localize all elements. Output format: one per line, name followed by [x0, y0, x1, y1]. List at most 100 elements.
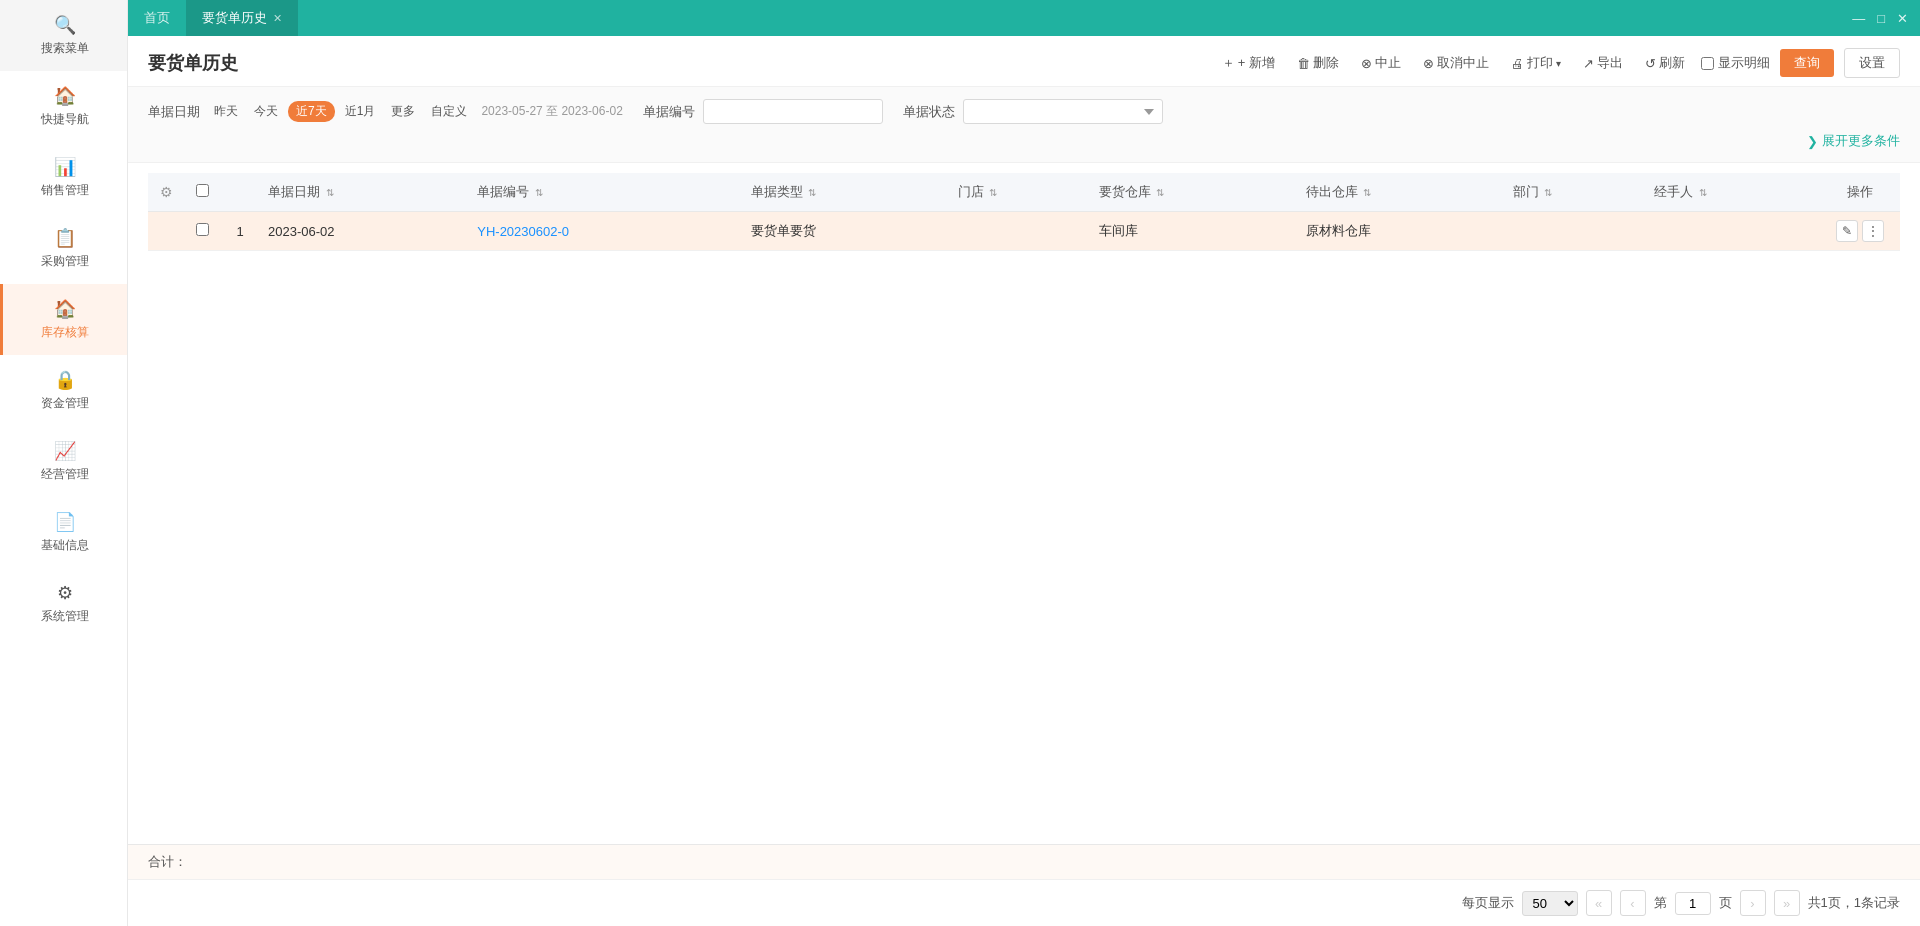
- display-detail-toggle[interactable]: 显示明细: [1701, 54, 1770, 72]
- page-size-select[interactable]: 10 20 50 100: [1522, 891, 1578, 916]
- sidebar-item-ops-mgmt[interactable]: 📈 经营管理: [0, 426, 127, 497]
- row-checkbox[interactable]: [196, 223, 209, 236]
- tab-home[interactable]: 首页: [128, 0, 186, 36]
- refresh-icon: ↺: [1645, 56, 1656, 71]
- sidebar-item-quick-nav[interactable]: 🏠 快捷导航: [0, 71, 127, 142]
- doc-number-input[interactable]: [703, 99, 883, 124]
- sidebar-item-search-menu[interactable]: 🔍 搜索菜单: [0, 0, 127, 71]
- tab-requisition-history[interactable]: 要货单历史 ✕: [186, 0, 298, 36]
- finance-icon: 🔒: [54, 369, 76, 391]
- sidebar-item-sales-mgmt[interactable]: 📊 销售管理: [0, 142, 127, 213]
- filter-group-doc-number: 单据编号: [643, 99, 883, 124]
- tab-bar-right: — □ ✕: [1852, 11, 1920, 26]
- col-doc-no[interactable]: 单据编号 ⇅: [469, 173, 742, 212]
- sidebar-item-inventory[interactable]: 🏠 库存核算: [0, 284, 127, 355]
- export-icon: ↗: [1583, 56, 1594, 71]
- sidebar-item-purchase-mgmt-label: 采购管理: [41, 253, 89, 270]
- col-pending-warehouse[interactable]: 待出仓库 ⇅: [1298, 173, 1505, 212]
- first-page-btn[interactable]: «: [1586, 890, 1612, 916]
- page-number-input[interactable]: [1675, 892, 1711, 915]
- date-btn-last7days[interactable]: 近7天: [288, 101, 335, 122]
- row-dept: [1505, 212, 1646, 251]
- row-ops: ✎ ⋮: [1820, 212, 1900, 251]
- prev-page-btn[interactable]: ‹: [1620, 890, 1646, 916]
- window-close-btn[interactable]: ✕: [1897, 11, 1908, 26]
- export-btn[interactable]: ↗ 导出: [1577, 50, 1629, 76]
- cancel-stop-btn[interactable]: ⊗ 取消中止: [1417, 50, 1495, 76]
- col-date[interactable]: 单据日期 ⇅: [260, 173, 469, 212]
- query-btn[interactable]: 查询: [1780, 49, 1834, 77]
- row-num-value: 1: [236, 224, 243, 239]
- print-btn[interactable]: 🖨 打印 ▾: [1505, 50, 1567, 76]
- table-row: 1 2023-06-02 YH-20230602-0 要货单要货: [148, 212, 1900, 251]
- row-date: 2023-06-02: [260, 212, 469, 251]
- home-icon: 🏠: [54, 85, 76, 107]
- purchase-icon: 📋: [54, 227, 76, 249]
- refresh-label: 刷新: [1659, 54, 1685, 72]
- select-all-checkbox[interactable]: [196, 184, 209, 197]
- print-label: 打印: [1527, 54, 1553, 72]
- col-doc-type[interactable]: 单据类型 ⇅: [743, 173, 950, 212]
- date-btn-more[interactable]: 更多: [385, 101, 421, 122]
- row-num: 1: [220, 212, 260, 251]
- col-handler[interactable]: 经手人 ⇅: [1646, 173, 1820, 212]
- row-doc-no-link[interactable]: YH-20230602-0: [477, 224, 569, 239]
- status-label: 单据状态: [903, 103, 955, 121]
- filter-row-1: 单据日期 昨天 今天 近7天 近1月 更多 自定义 2023-05-27 至 2…: [148, 99, 1900, 124]
- row-edit-btn[interactable]: ✎: [1836, 220, 1858, 242]
- tab-close-icon[interactable]: ✕: [273, 12, 282, 25]
- sidebar-item-finance-mgmt[interactable]: 🔒 资金管理: [0, 355, 127, 426]
- tab-home-label: 首页: [144, 9, 170, 27]
- sys-icon: ⚙: [57, 582, 73, 604]
- sidebar-item-basic-info[interactable]: 📄 基础信息: [0, 497, 127, 568]
- row-checkbox-cell: [184, 212, 220, 251]
- delete-btn[interactable]: 🗑 删除: [1291, 50, 1345, 76]
- next-page-btn[interactable]: ›: [1740, 890, 1766, 916]
- sidebar-item-ops-mgmt-label: 经营管理: [41, 466, 89, 483]
- sidebar-item-purchase-mgmt[interactable]: 📋 采购管理: [0, 213, 127, 284]
- sidebar-item-quick-nav-label: 快捷导航: [41, 111, 89, 128]
- col-dept[interactable]: 部门 ⇅: [1505, 173, 1646, 212]
- date-range-display: 2023-05-27 至 2023-06-02: [481, 103, 622, 120]
- toolbar: ＋ + 新增 🗑 删除 ⊗ 中止 ⊗ 取消中止 🖨 打印: [1216, 48, 1900, 78]
- col-dept-label: 部门: [1513, 184, 1539, 199]
- sidebar-item-inventory-label: 库存核算: [41, 324, 89, 341]
- row-doc-type: 要货单要货: [743, 212, 950, 251]
- expand-icon: ❯: [1807, 134, 1818, 149]
- col-doc-type-label: 单据类型: [751, 184, 803, 199]
- main-content: 首页 要货单历史 ✕ — □ ✕ 要货单历史 ＋ + 新增 🗑 删除: [128, 0, 1920, 926]
- date-btn-yesterday[interactable]: 昨天: [208, 101, 244, 122]
- total-label: 合计：: [148, 853, 187, 871]
- date-btn-custom[interactable]: 自定义: [425, 101, 473, 122]
- display-detail-label: 显示明细: [1718, 54, 1770, 72]
- window-maximize-btn[interactable]: □: [1877, 11, 1885, 26]
- last-page-btn[interactable]: »: [1774, 890, 1800, 916]
- print-icon: 🖨: [1511, 56, 1524, 71]
- expand-label: 展开更多条件: [1822, 132, 1900, 150]
- col-ops-label: 操作: [1847, 184, 1873, 199]
- sort-doc-type-icon: ⇅: [808, 187, 816, 198]
- sidebar-item-search-menu-label: 搜索菜单: [41, 40, 89, 57]
- window-minimize-btn[interactable]: —: [1852, 11, 1865, 26]
- page-title: 要货单历史: [148, 51, 1216, 75]
- expand-filter-btn[interactable]: ❯ 展开更多条件: [1807, 132, 1900, 150]
- sidebar-item-sys-mgmt[interactable]: ⚙ 系统管理: [0, 568, 127, 639]
- table-area: ⚙ 单据日期 ⇅ 单据编号 ⇅: [128, 163, 1920, 844]
- col-num: [220, 173, 260, 212]
- table-gear-icon[interactable]: ⚙: [160, 184, 173, 200]
- col-ops: 操作: [1820, 173, 1900, 212]
- date-btn-today[interactable]: 今天: [248, 101, 284, 122]
- row-doc-no: YH-20230602-0: [469, 212, 742, 251]
- settings-btn[interactable]: 设置: [1844, 48, 1900, 78]
- sort-pending-warehouse-icon: ⇅: [1363, 187, 1371, 198]
- col-req-warehouse[interactable]: 要货仓库 ⇅: [1091, 173, 1298, 212]
- display-detail-checkbox[interactable]: [1701, 57, 1714, 70]
- new-btn[interactable]: ＋ + 新增: [1216, 50, 1281, 76]
- row-more-btn[interactable]: ⋮: [1862, 220, 1884, 242]
- refresh-btn[interactable]: ↺ 刷新: [1639, 50, 1691, 76]
- status-select[interactable]: [963, 99, 1163, 124]
- date-btn-last1month[interactable]: 近1月: [339, 101, 382, 122]
- col-store[interactable]: 门店 ⇅: [950, 173, 1091, 212]
- row-store: [950, 212, 1091, 251]
- stop-btn[interactable]: ⊗ 中止: [1355, 50, 1407, 76]
